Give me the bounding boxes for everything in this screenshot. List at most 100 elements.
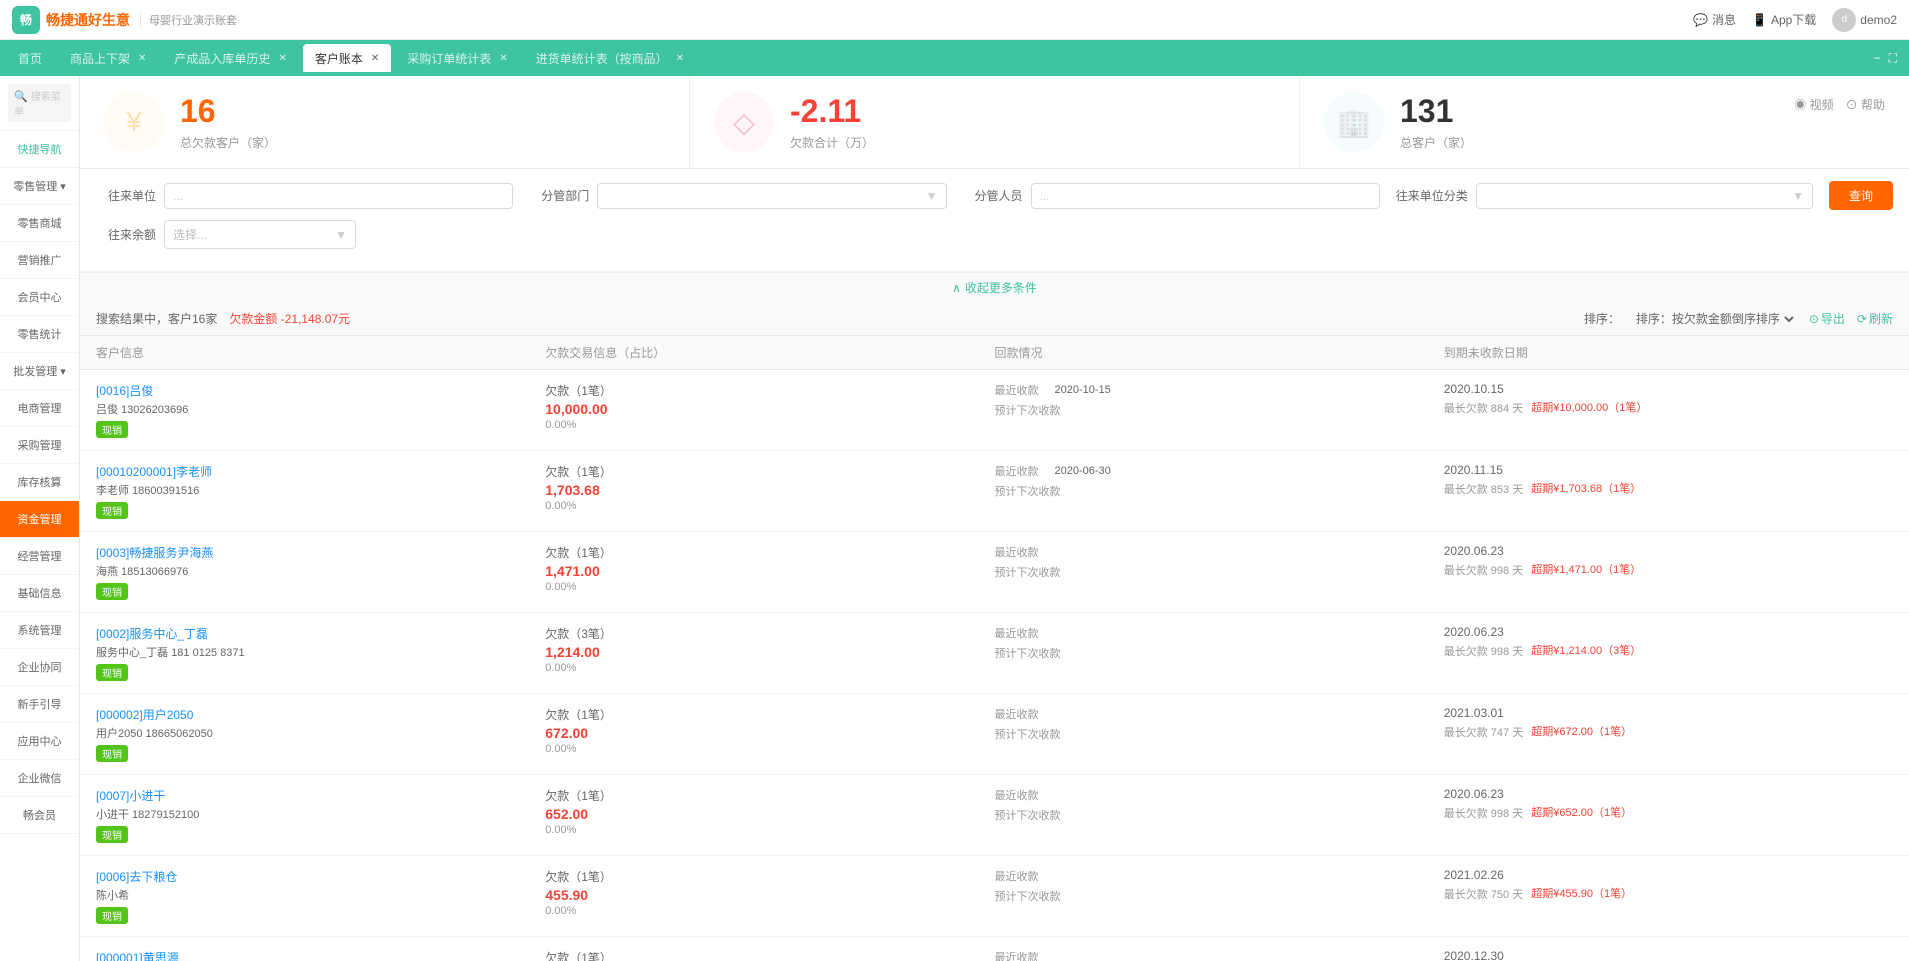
sidebar-item-marketing[interactable]: 营销推广 (0, 242, 79, 279)
sidebar-item-retail-mall[interactable]: 零售商城 (0, 205, 79, 242)
dept-input[interactable]: ▼ (597, 183, 946, 209)
message-btn[interactable]: 💬 消息 (1693, 11, 1736, 28)
export-button[interactable]: ⊙ 导出 (1809, 310, 1845, 327)
customer-phone: 吕俊 13026203696 (96, 401, 545, 417)
filter-unit-category: 往来单位分类 ▼ (1396, 183, 1813, 209)
debt-amount[interactable]: 1,703.68 (545, 482, 994, 498)
help-btn[interactable]: ⊙ 帮助 (1846, 96, 1885, 113)
customer-name[interactable]: [0007]小进干 (96, 787, 545, 804)
customer-cell: [0016]吕俊 吕俊 13026203696 现销 (96, 382, 545, 438)
manager-input[interactable]: ... (1031, 183, 1380, 209)
customer-name[interactable]: [000002]用户2050 (96, 706, 545, 723)
recent-pay-label: 最近收款 (995, 463, 1039, 479)
debt-percent: 0.00% (545, 662, 994, 674)
close-tab-production[interactable]: ✕ (278, 53, 286, 64)
collapse-icon: ∧ (952, 281, 961, 295)
overdue-amount[interactable]: 超期¥652.00（1笔） (1531, 804, 1632, 820)
sidebar-item-enterprise[interactable]: 企业协同 (0, 649, 79, 686)
sidebar-item-inventory[interactable]: 库存核算 (0, 464, 79, 501)
close-tab-customer-account[interactable]: ✕ (371, 53, 379, 64)
collection-cell: 最近收款 预计下次收款 (995, 949, 1444, 961)
debt-percent: 0.00% (545, 824, 994, 836)
balance-label: 往来余额 (96, 226, 156, 243)
debt-count: 欠款（1笔） (545, 787, 994, 804)
sidebar-item-system[interactable]: 系统管理 (0, 612, 79, 649)
debt-amount[interactable]: 672.00 (545, 725, 994, 741)
customer-cell: [0007]小进干 小进干 18279152100 现销 (96, 787, 545, 843)
sidebar-item-enterprise-wechat[interactable]: 企业微信 (0, 760, 79, 797)
app-download-btn[interactable]: 📱 App下载 (1752, 11, 1816, 28)
tab-home[interactable]: 首页 (6, 44, 54, 72)
debt-cell: 欠款（1笔） 652.00 0.00% (545, 787, 994, 836)
sidebar-item-member[interactable]: 会员中心 (0, 279, 79, 316)
debt-cell: 欠款（3笔） 1,214.00 0.00% (545, 625, 994, 674)
sidebar-item-app-center[interactable]: 应用中心 (0, 723, 79, 760)
minimize-icon[interactable]: − (1874, 51, 1881, 65)
view-btn[interactable]: ◉ 视频 (1794, 96, 1833, 113)
overdue-amount[interactable]: 超期¥1,703.68（1笔） (1531, 480, 1641, 496)
sort-select[interactable]: 排序：按欠款金额倒序排序 (1632, 311, 1797, 327)
overdue-amount[interactable]: 超期¥455.90（1笔） (1531, 885, 1632, 901)
source-unit-input[interactable]: ... (164, 183, 513, 209)
sidebar-item-ecommerce[interactable]: 电商管理 (0, 390, 79, 427)
sidebar-item-retail-mgmt[interactable]: 零售管理 ▾ (0, 168, 79, 205)
customer-name[interactable]: [0006]去下粮仓 (96, 868, 545, 885)
customer-tag: 现销 (96, 826, 128, 843)
sidebar-item-vip-member[interactable]: 畅会员 (0, 797, 79, 834)
tab-customer-account[interactable]: 客户账本 ✕ (303, 44, 391, 72)
table-container: 客户信息 欠款交易信息（占比） 回款情况 到期未收款日期 [0016]吕俊 吕俊… (80, 336, 1909, 961)
debt-customers-icon: ¥ (104, 92, 164, 152)
layout: 🔍 搜索菜单 快捷导航 零售管理 ▾零售商城营销推广会员中心零售统计批发管理 ▾… (0, 76, 1909, 961)
collection-cell: 最近收款 预计下次收款 (995, 544, 1444, 580)
overdue-cell: 2021.03.01 最长欠款 747 天 超期¥672.00（1笔） (1444, 706, 1893, 740)
overdue-amount[interactable]: 超期¥10,000.00（1笔） (1531, 399, 1647, 415)
close-tab-inventory-stats[interactable]: ✕ (676, 53, 684, 64)
manager-dots: ... (1040, 189, 1050, 203)
collapse-filter-btn[interactable]: ∧ 收起更多条件 (80, 272, 1909, 302)
sidebar-search-area[interactable]: 🔍 搜索菜单 (0, 76, 79, 131)
overdue-amount[interactable]: 超期¥1,471.00（1笔） (1531, 561, 1641, 577)
sidebar-item-retail-stats[interactable]: 零售统计 (0, 316, 79, 353)
stat-card-total-customers: 🏢 131 总客户（家） ◉ 视频 ⊙ 帮助 (1300, 76, 1909, 168)
recent-pay-label: 最近收款 (995, 868, 1039, 884)
debt-amount[interactable]: 1,471.00 (545, 563, 994, 579)
maximize-icon[interactable]: ⛶ (1889, 51, 1897, 66)
refresh-button[interactable]: ⟳ 刷新 (1857, 310, 1893, 327)
tab-purchase-order[interactable]: 采购订单统计表 ✕ (395, 44, 519, 72)
sidebar-item-quick-nav[interactable]: 快捷导航 (0, 131, 79, 168)
debt-percent: 0.00% (545, 581, 994, 593)
sidebar-item-operations[interactable]: 经营管理 (0, 538, 79, 575)
tab-inventory-stats[interactable]: 进货单统计表（按商品） ✕ (524, 44, 696, 72)
customer-name[interactable]: [0003]畅捷服务尹海燕 (96, 544, 545, 561)
top-right: 💬 消息 📱 App下载 d demo2 (1693, 8, 1897, 32)
query-button[interactable]: 查询 (1829, 181, 1893, 210)
customer-cell: [0003]畅捷服务尹海燕 海燕 18513066976 现销 (96, 544, 545, 600)
user-avatar-btn[interactable]: d demo2 (1832, 8, 1897, 32)
recent-pay-label: 最近收款 (995, 706, 1039, 722)
sidebar-item-purchase[interactable]: 采购管理 (0, 427, 79, 464)
tab-production[interactable]: 产成品入库单历史 ✕ (162, 44, 298, 72)
customer-name[interactable]: [0002]服务中心_丁磊 (96, 625, 545, 642)
balance-input[interactable]: 选择... ▼ (164, 220, 356, 249)
sidebar-item-finance[interactable]: 资金管理 (0, 501, 79, 538)
overdue-amount[interactable]: 超期¥1,214.00（3笔） (1531, 642, 1641, 658)
debt-amount[interactable]: 10,000.00 (545, 401, 994, 417)
close-tab-products[interactable]: ✕ (138, 53, 146, 64)
sidebar-item-batch-mgmt[interactable]: 批发管理 ▾ (0, 353, 79, 390)
unit-category-input[interactable]: ▼ (1476, 183, 1813, 209)
debt-amount[interactable]: 1,214.00 (545, 644, 994, 660)
debt-amount[interactable]: 652.00 (545, 806, 994, 822)
overdue-amount[interactable]: 超期¥672.00（1笔） (1531, 723, 1632, 739)
sidebar-item-newbie[interactable]: 新手引导 (0, 686, 79, 723)
debt-amount[interactable]: 455.90 (545, 887, 994, 903)
customer-tag: 现销 (96, 745, 128, 762)
customer-name[interactable]: [00010200001]李老师 (96, 463, 545, 480)
sidebar-item-basic-info[interactable]: 基础信息 (0, 575, 79, 612)
customer-name[interactable]: [000001]黄思源 (96, 949, 545, 961)
tab-products[interactable]: 商品上下架 ✕ (58, 44, 158, 72)
debt-count: 欠款（1笔） (545, 382, 994, 399)
search-menu-input[interactable]: 🔍 搜索菜单 (8, 84, 71, 122)
balance-dropdown-icon: ▼ (335, 228, 347, 242)
close-tab-purchase-order[interactable]: ✕ (499, 53, 507, 64)
customer-name[interactable]: [0016]吕俊 (96, 382, 545, 399)
